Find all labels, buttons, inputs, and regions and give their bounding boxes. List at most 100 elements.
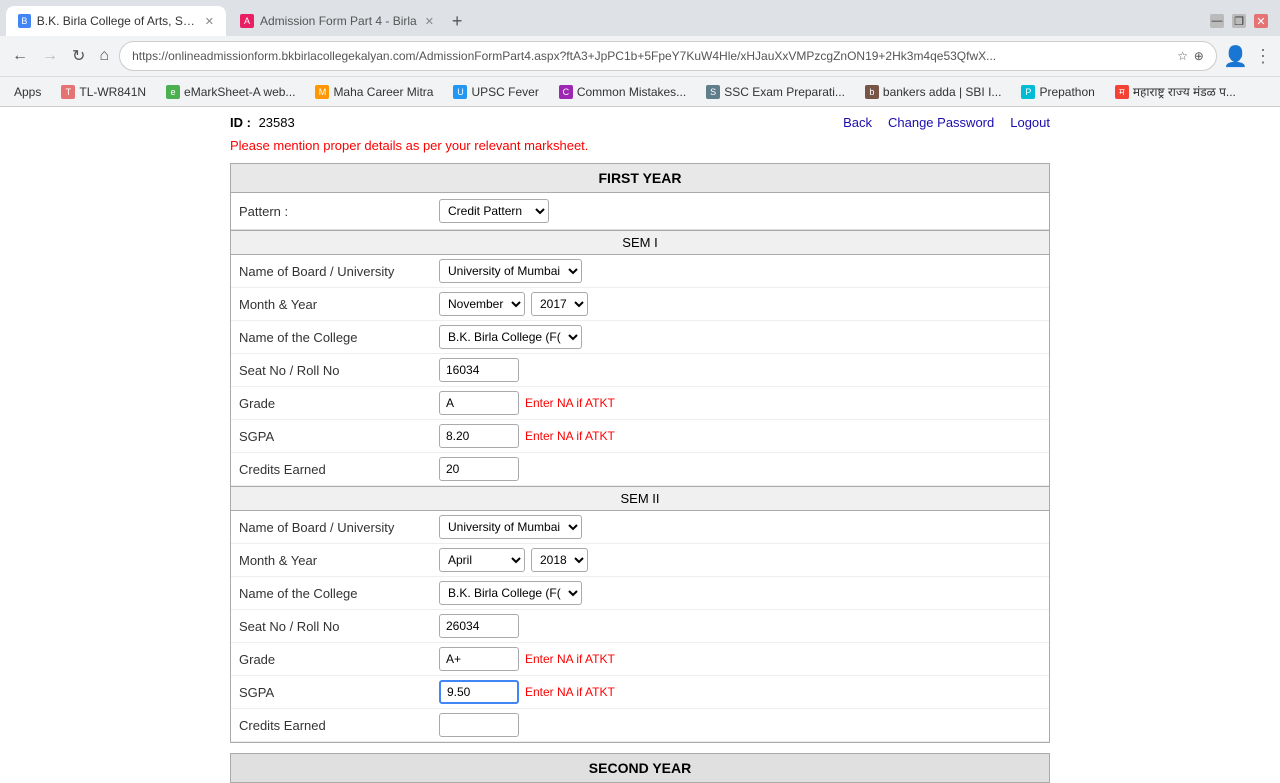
- nav-bar: ← → ↻ ⌂ https://onlineadmissionform.bkbi…: [0, 36, 1280, 76]
- bookmark-2[interactable]: e eMarkSheet-A web...: [160, 83, 301, 101]
- bookmark-label-5: Common Mistakes...: [577, 85, 686, 99]
- sem1-university-label: Name of Board / University: [239, 264, 439, 279]
- sem2-credits-row: Credits Earned: [231, 709, 1049, 742]
- sem2-grade-atkt: Enter NA if ATKT: [525, 652, 615, 666]
- back-nav-button[interactable]: ←: [8, 43, 32, 69]
- sem2-seat-label: Seat No / Roll No: [239, 619, 439, 634]
- sem2-sgpa-atkt: Enter NA if ATKT: [525, 685, 615, 699]
- change-password-link[interactable]: Change Password: [888, 115, 994, 130]
- sem1-title: SEM I: [231, 230, 1049, 255]
- sem1-sgpa-label: SGPA: [239, 429, 439, 444]
- extension-icon[interactable]: ⊕: [1194, 49, 1204, 63]
- tab-favicon-2: A: [240, 14, 254, 28]
- close-window-button[interactable]: ✕: [1254, 14, 1268, 28]
- bookmark-label-2: eMarkSheet-A web...: [184, 85, 295, 99]
- apps-bookmark[interactable]: Apps: [8, 83, 47, 101]
- tab-active[interactable]: B B.K. Birla College of Arts, Science...…: [6, 6, 226, 36]
- sem2-university-select[interactable]: University of Mumbai Other: [439, 515, 582, 539]
- sem2-credits-control: [439, 713, 1041, 737]
- bookmark-label-9: महाराष्ट्र राज्य मंडळ प...: [1133, 83, 1236, 100]
- bookmark-icon-8: P: [1021, 85, 1035, 99]
- sem1-credits-input[interactable]: 20: [439, 457, 519, 481]
- sem2-college-row: Name of the College B.K. Birla College (…: [231, 577, 1049, 610]
- sem2-college-control: B.K. Birla College (F( Other: [439, 581, 1041, 605]
- bookmark-3[interactable]: M Maha Career Mitra: [309, 83, 439, 101]
- warning-message: Please mention proper details as per you…: [230, 138, 1050, 153]
- sem2-grade-label: Grade: [239, 652, 439, 667]
- sem1-grade-label: Grade: [239, 396, 439, 411]
- tab-close-1[interactable]: ✕: [205, 15, 214, 28]
- sem1-credits-label: Credits Earned: [239, 462, 439, 477]
- apps-label: Apps: [14, 85, 41, 99]
- sem2-university-control: University of Mumbai Other: [439, 515, 1041, 539]
- browser-chrome: B B.K. Birla College of Arts, Science...…: [0, 0, 1280, 107]
- sem1-month-year-row: Month & Year November January April 2017…: [231, 288, 1049, 321]
- id-links: Back Change Password Logout: [843, 115, 1050, 130]
- bookmark-4[interactable]: U UPSC Fever: [447, 83, 544, 101]
- new-tab-button[interactable]: +: [452, 11, 463, 32]
- sem1-credits-row: Credits Earned 20: [231, 453, 1049, 486]
- bookmark-icon-9: म: [1115, 85, 1129, 99]
- sem1-seat-row: Seat No / Roll No 16034: [231, 354, 1049, 387]
- sem2-college-label: Name of the College: [239, 586, 439, 601]
- bookmark-icon-1: T: [61, 85, 75, 99]
- sem2-seat-input[interactable]: 26034: [439, 614, 519, 638]
- bookmarks-bar: Apps T TL-WR841N e eMarkSheet-A web... M…: [0, 76, 1280, 106]
- bookmark-label-6: SSC Exam Preparati...: [724, 85, 845, 99]
- url-text: https://onlineadmissionform.bkbirlacolle…: [132, 49, 1169, 63]
- first-year-title: FIRST YEAR: [231, 164, 1049, 193]
- menu-icon[interactable]: ⋮: [1254, 46, 1272, 67]
- bookmark-9[interactable]: म महाराष्ट्र राज्य मंडळ प...: [1109, 81, 1242, 102]
- sem1-seat-label: Seat No / Roll No: [239, 363, 439, 378]
- window-controls: — ❐ ✕: [1210, 14, 1274, 28]
- sem1-sgpa-row: SGPA 8.20 Enter NA if ATKT: [231, 420, 1049, 453]
- sem2-month-select[interactable]: April November: [439, 548, 525, 572]
- sem2-sgpa-input[interactable]: 9.50: [439, 680, 519, 704]
- tab-label-1: B.K. Birla College of Arts, Science...: [37, 14, 197, 28]
- bookmark-6[interactable]: S SSC Exam Preparati...: [700, 83, 851, 101]
- home-button[interactable]: ⌂: [95, 43, 113, 69]
- first-year-section: FIRST YEAR Pattern : Credit Pattern Annu…: [230, 163, 1050, 743]
- pattern-control: Credit Pattern Annual Pattern: [439, 199, 1041, 223]
- sem1-year-select[interactable]: 2017 2018: [531, 292, 588, 316]
- bookmark-1[interactable]: T TL-WR841N: [55, 83, 152, 101]
- sem1-college-select[interactable]: B.K. Birla College (F( Other: [439, 325, 582, 349]
- sem2-month-year-control: April November 2018 2017: [439, 548, 1041, 572]
- sem2-seat-row: Seat No / Roll No 26034: [231, 610, 1049, 643]
- reload-button[interactable]: ↻: [68, 42, 89, 70]
- sem2-year-select[interactable]: 2018 2017: [531, 548, 588, 572]
- bookmark-label-8: Prepathon: [1039, 85, 1094, 99]
- tab-inactive-2[interactable]: A Admission Form Part 4 - Birla ✕: [228, 6, 446, 36]
- sem2-college-select[interactable]: B.K. Birla College (F( Other: [439, 581, 582, 605]
- bookmark-5[interactable]: C Common Mistakes...: [553, 83, 692, 101]
- bookmark-icon-2: e: [166, 85, 180, 99]
- sem2-month-year-row: Month & Year April November 2018 2017: [231, 544, 1049, 577]
- profile-icon[interactable]: 👤: [1223, 44, 1248, 69]
- sem1-sgpa-input[interactable]: 8.20: [439, 424, 519, 448]
- tab-close-2[interactable]: ✕: [425, 15, 434, 28]
- sem1-university-control: University of Mumbai Other: [439, 259, 1041, 283]
- tab-bar: B B.K. Birla College of Arts, Science...…: [0, 0, 1280, 36]
- maximize-button[interactable]: ❐: [1232, 14, 1246, 28]
- sem2-credits-input[interactable]: [439, 713, 519, 737]
- sem2-grade-input[interactable]: A+: [439, 647, 519, 671]
- minimize-button[interactable]: —: [1210, 14, 1224, 28]
- sem1-month-select[interactable]: November January April: [439, 292, 525, 316]
- sem1-university-select[interactable]: University of Mumbai Other: [439, 259, 582, 283]
- sem2-seat-control: 26034: [439, 614, 1041, 638]
- id-display: ID : 23583: [230, 115, 295, 130]
- sem1-seat-input[interactable]: 16034: [439, 358, 519, 382]
- sem2-title: SEM II: [231, 486, 1049, 511]
- bookmark-7[interactable]: b bankers adda | SBI I...: [859, 83, 1008, 101]
- bookmark-8[interactable]: P Prepathon: [1015, 83, 1100, 101]
- sem2-grade-row: Grade A+ Enter NA if ATKT: [231, 643, 1049, 676]
- tab-favicon-1: B: [18, 14, 31, 28]
- sem2-sgpa-row: SGPA 9.50 Enter NA if ATKT: [231, 676, 1049, 709]
- address-bar[interactable]: https://onlineadmissionform.bkbirlacolle…: [119, 41, 1217, 71]
- forward-nav-button[interactable]: →: [38, 43, 62, 69]
- star-icon[interactable]: ☆: [1177, 49, 1187, 63]
- pattern-select[interactable]: Credit Pattern Annual Pattern: [439, 199, 549, 223]
- logout-link[interactable]: Logout: [1010, 115, 1050, 130]
- back-link[interactable]: Back: [843, 115, 872, 130]
- sem1-grade-input[interactable]: A: [439, 391, 519, 415]
